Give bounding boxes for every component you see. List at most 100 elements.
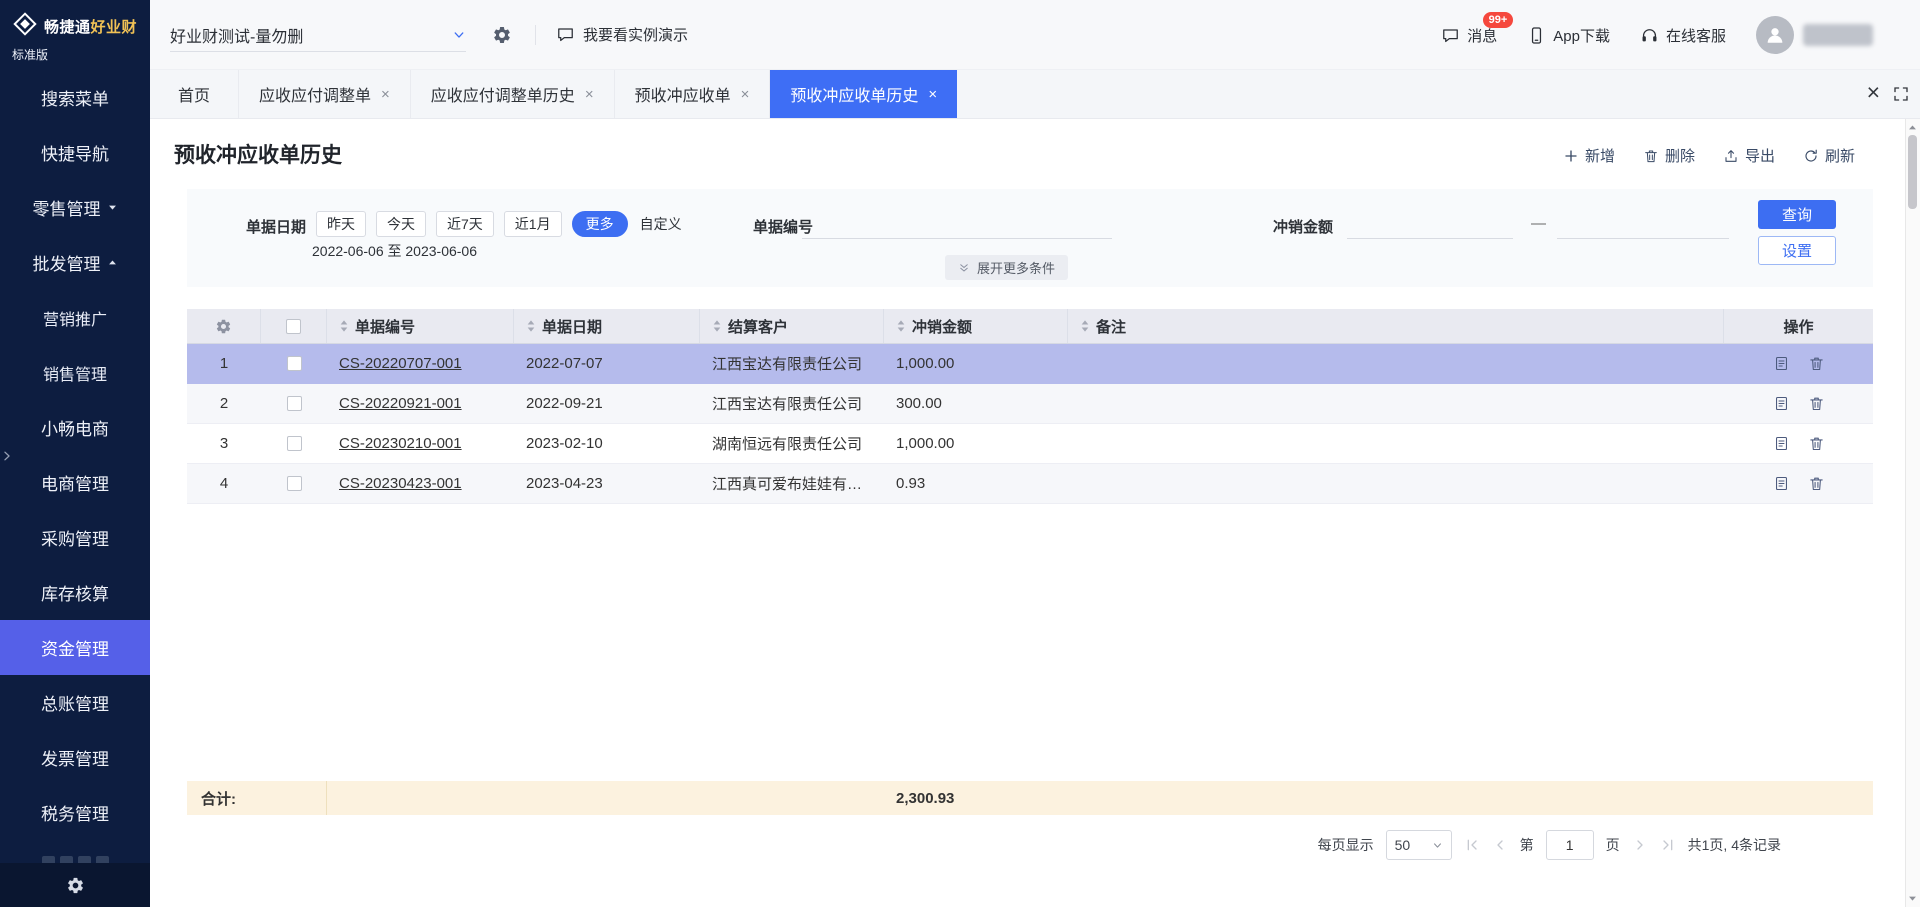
page-title: 预收冲应收单历史 <box>174 144 342 167</box>
online-service-button[interactable]: 在线客服 <box>1640 25 1726 46</box>
prev-page-icon[interactable] <box>1492 837 1508 853</box>
history-table: 单据编号 单据日期 结算客户 冲销金额 备注 操作 1 CS-20220707-… <box>187 309 1873 504</box>
date-range-value[interactable]: 2022-06-06 至 2023-06-06 <box>312 241 477 261</box>
doc-no-link[interactable]: CS-20220921-001 <box>339 395 462 412</box>
row-checkbox[interactable] <box>286 356 302 371</box>
tab-home[interactable]: 首页 <box>150 70 240 118</box>
amount-min-input[interactable] <box>1347 209 1513 239</box>
sidebar-item-retail[interactable]: 零售管理 <box>0 180 150 235</box>
column-header-customer[interactable]: 结算客户 <box>700 309 884 343</box>
sidebar-item-general-ledger[interactable]: 总账管理 <box>0 675 150 730</box>
amount-max-input[interactable] <box>1557 209 1729 239</box>
sidebar-item-search-menu[interactable]: 搜索菜单 <box>0 70 150 125</box>
table-body: 1 CS-20220707-001 2022-07-07 江西宝达有限责任公司 … <box>187 344 1873 504</box>
tab-close-icon[interactable]: × <box>585 87 594 102</box>
message-icon <box>1441 26 1460 45</box>
messages-button[interactable]: 99+ 消息 <box>1441 11 1514 46</box>
row-detail-icon[interactable] <box>1773 435 1790 452</box>
total-row: 合计: 2,300.93 <box>187 781 1873 815</box>
sidebar-item-funds[interactable]: 资金管理 <box>0 620 150 675</box>
doc-no-link[interactable]: CS-20230423-001 <box>339 475 462 492</box>
doc-no-link[interactable]: CS-20230210-001 <box>339 435 462 452</box>
date-option-last30[interactable]: 近1月 <box>503 211 562 237</box>
row-delete-icon[interactable] <box>1808 435 1825 452</box>
sidebar-collapse-handle[interactable] <box>0 442 15 470</box>
date-option-last7[interactable]: 近7天 <box>436 211 494 237</box>
main-content: 预收冲应收单历史 新增 删除 导出 刷新 单据日期 昨天 今天 近7天 近1月 … <box>150 119 1920 907</box>
search-button[interactable]: 查询 <box>1758 200 1836 229</box>
row-delete-icon[interactable] <box>1808 355 1825 372</box>
first-page-icon[interactable] <box>1464 837 1480 853</box>
row-delete-icon[interactable] <box>1808 475 1825 492</box>
column-header-note[interactable]: 备注 <box>1068 309 1724 343</box>
scrollbar-thumb[interactable] <box>1908 135 1917 209</box>
cell-checkbox <box>261 424 327 463</box>
sidebar-item-wholesale[interactable]: 批发管理 <box>0 235 150 290</box>
refresh-button[interactable]: 刷新 <box>1803 145 1855 166</box>
tab-close-icon[interactable]: × <box>741 87 750 102</box>
row-delete-icon[interactable] <box>1808 395 1825 412</box>
close-all-tabs-icon[interactable]: × <box>1867 81 1880 104</box>
next-page-icon[interactable] <box>1632 837 1648 853</box>
sidebar-item-purchase[interactable]: 采购管理 <box>0 510 150 565</box>
tab-close-icon[interactable]: × <box>928 87 937 102</box>
sidebar-item-invoice[interactable]: 发票管理 <box>0 730 150 785</box>
row-checkbox[interactable] <box>286 396 302 411</box>
row-checkbox[interactable] <box>286 436 302 451</box>
app-download-button[interactable]: App下载 <box>1527 25 1610 46</box>
tab-precollect-writeoff-history[interactable]: 预收冲应收单历史 × <box>770 70 958 118</box>
tab-adjust-doc[interactable]: 应收应付调整单 × <box>239 70 411 118</box>
table-row[interactable]: 2 CS-20220921-001 2022-09-21 江西宝达有限责任公司 … <box>187 384 1873 424</box>
column-header-amount[interactable]: 冲销金额 <box>884 309 1068 343</box>
delete-button[interactable]: 删除 <box>1643 145 1695 166</box>
table-row[interactable]: 3 CS-20230210-001 2023-02-10 湖南恒远有限责任公司 … <box>187 424 1873 464</box>
org-selector-dropdown[interactable]: 好业财测试-量勿删 <box>170 19 466 52</box>
row-detail-icon[interactable] <box>1773 355 1790 372</box>
doc-no-link[interactable]: CS-20220707-001 <box>339 355 462 372</box>
export-button[interactable]: 导出 <box>1723 145 1775 166</box>
chevron-down-icon <box>1432 840 1443 851</box>
add-button[interactable]: 新增 <box>1563 145 1615 166</box>
tab-precollect-writeoff[interactable]: 预收冲应收单 × <box>615 70 771 118</box>
filter-settings-button[interactable]: 设置 <box>1758 236 1836 265</box>
tab-adjust-doc-history[interactable]: 应收应付调整单历史 × <box>411 70 615 118</box>
page-number-input[interactable] <box>1545 830 1594 860</box>
date-option-more[interactable]: 更多 <box>571 211 628 237</box>
per-page-select[interactable]: 50 <box>1385 830 1452 860</box>
vertical-scrollbar[interactable] <box>1905 119 1920 907</box>
sidebar-item-inventory[interactable]: 库存核算 <box>0 565 150 620</box>
column-header-date[interactable]: 单据日期 <box>514 309 700 343</box>
select-all-checkbox[interactable] <box>286 318 301 334</box>
last-page-icon[interactable] <box>1660 837 1676 853</box>
sidebar-item-quick-nav[interactable]: 快捷导航 <box>0 125 150 180</box>
demo-link[interactable]: 我要看实例演示 <box>556 24 688 45</box>
table-row[interactable]: 4 CS-20230423-001 2023-04-23 江西真可爱布娃娃有… … <box>187 464 1873 504</box>
sidebar-item-marketing[interactable]: 营销推广 <box>0 290 150 345</box>
date-option-custom[interactable]: 自定义 <box>638 211 684 237</box>
sidebar-item-tax[interactable]: 税务管理 <box>0 785 150 840</box>
scroll-down-icon[interactable] <box>1907 893 1918 904</box>
chevron-down-icon <box>452 28 466 42</box>
table-row[interactable]: 1 CS-20220707-001 2022-07-07 江西宝达有限责任公司 … <box>187 344 1873 384</box>
total-label: 合计: <box>187 781 327 815</box>
scroll-up-icon[interactable] <box>1907 122 1918 133</box>
sidebar-item-sales[interactable]: 销售管理 <box>0 345 150 400</box>
row-detail-icon[interactable] <box>1773 475 1790 492</box>
expand-more-conditions-button[interactable]: 展开更多条件 <box>945 255 1069 280</box>
column-settings-button[interactable] <box>187 309 261 343</box>
sidebar-item-ecommerce[interactable]: 电商管理 <box>0 455 150 510</box>
sidebar-settings-bar[interactable] <box>0 863 150 907</box>
column-header-doc-no[interactable]: 单据编号 <box>327 309 514 343</box>
row-detail-icon[interactable] <box>1773 395 1790 412</box>
cell-customer: 江西宝达有限责任公司 <box>712 356 863 373</box>
date-option-today[interactable]: 今天 <box>376 211 426 237</box>
user-account-button[interactable] <box>1756 16 1873 54</box>
row-checkbox[interactable] <box>286 476 302 491</box>
topbar-settings-gear-icon[interactable] <box>492 25 512 45</box>
fullscreen-icon[interactable] <box>1892 85 1910 103</box>
doc-no-input[interactable] <box>802 209 1112 239</box>
date-option-yesterday[interactable]: 昨天 <box>316 211 366 237</box>
tab-close-icon[interactable]: × <box>381 87 390 102</box>
sidebar-item-xiaochang-ecommerce[interactable]: 小畅电商 <box>0 400 150 455</box>
amount-label: 冲销金额 <box>1273 219 1334 236</box>
